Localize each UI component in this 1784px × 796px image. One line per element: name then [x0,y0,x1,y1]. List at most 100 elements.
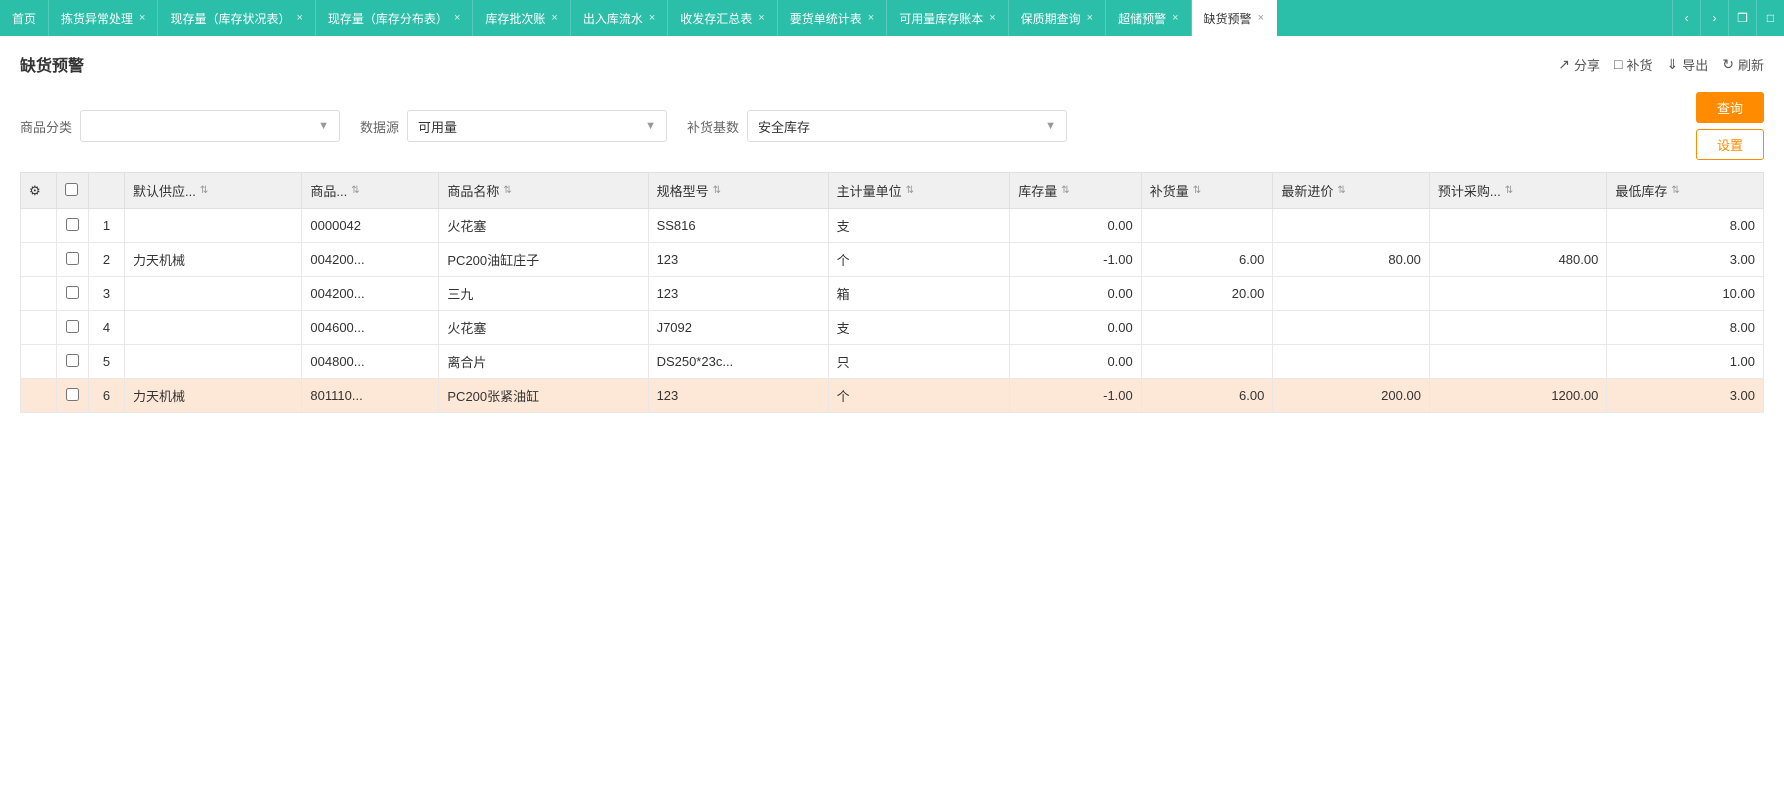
datasource-filter-group: 数据源 可用量 ▼ [360,110,667,142]
refresh-icon: ↻ [1722,56,1734,73]
row-supplier-2: 力天机械 [125,243,302,277]
row-price-1 [1273,209,1430,243]
tab-close-expiry[interactable]: × [1087,12,1093,24]
tab-demand[interactable]: 要货单统计表 × [778,0,887,36]
row-price-2: 80.00 [1273,243,1430,277]
tab-inout[interactable]: 出入库流水 × [571,0,668,36]
tab-close-stock-status[interactable]: × [296,12,302,24]
row-stock-2: -1.00 [1010,243,1142,277]
tab-picking[interactable]: 拣货异常处理 × [49,0,158,36]
row-checkbox-cell [57,379,89,413]
tab-summary[interactable]: 收发存汇总表 × [668,0,777,36]
tab-home[interactable]: 首页 [0,0,49,36]
sort-unit-icon[interactable]: ⇅ [906,185,914,196]
row-checkbox-4[interactable] [66,320,79,333]
tab-prev-btn[interactable]: ‹ [1672,0,1700,36]
row-checkbox-6[interactable] [66,388,79,401]
sort-min-icon[interactable]: ⇅ [1671,185,1679,196]
row-name-3: 三九 [439,277,648,311]
page-title: 缺货预警 [20,52,84,76]
row-min-6: 3.00 [1607,379,1764,413]
replenish-select[interactable]: 安全库存 ▼ [747,110,1067,142]
row-code-4: 004600... [302,311,439,345]
category-select[interactable]: ▼ [80,110,340,142]
th-unit: 主计量单位 ⇅ [828,173,1010,209]
tab-stock-dist[interactable]: 现存量（库存分布表） × [316,0,473,36]
tab-restore-btn[interactable]: ❒ [1728,0,1756,36]
datasource-label: 数据源 [360,117,399,136]
filter-actions: 查询 设置 [1696,92,1764,160]
table-body: 1 0000042 火花塞 SS816 支 0.00 8.00 2 力天机械 0… [21,209,1764,413]
row-supplier-5 [125,345,302,379]
row-replenish-5 [1141,345,1273,379]
select-all-checkbox[interactable] [65,183,78,196]
settings-button[interactable]: 设置 [1696,129,1764,160]
row-replenish-6: 6.00 [1141,379,1273,413]
row-gear-cell [21,209,57,243]
row-gear-cell [21,311,57,345]
table-header-row: ⚙ 默认供应... ⇅ 商品... ⇅ [21,173,1764,209]
replenish-icon: □ [1614,56,1622,72]
row-checkbox-3[interactable] [66,286,79,299]
tab-overstock[interactable]: 超储预警 × [1106,0,1191,36]
sort-code-icon[interactable]: ⇅ [351,185,359,196]
sort-supplier-icon[interactable]: ⇅ [200,185,208,196]
tab-expiry[interactable]: 保质期查询 × [1009,0,1106,36]
row-checkbox-5[interactable] [66,354,79,367]
tab-close-demand[interactable]: × [868,12,874,24]
replenish-select-arrow: ▼ [1045,120,1056,132]
row-price-5 [1273,345,1430,379]
row-num-4: 4 [89,311,125,345]
tab-bar: 首页 拣货异常处理 × 现存量（库存状况表） × 现存量（库存分布表） × 库存… [0,0,1784,36]
th-supplier: 默认供应... ⇅ [125,173,302,209]
sort-replenish-icon[interactable]: ⇅ [1193,185,1201,196]
datasource-select[interactable]: 可用量 ▼ [407,110,667,142]
page-content: 缺货预警 ↗ 分享 □ 补货 ⇓ 导出 ↻ 刷新 商品分类 [0,36,1784,796]
query-button[interactable]: 查询 [1696,92,1764,123]
row-checkbox-1[interactable] [66,218,79,231]
share-button[interactable]: ↗ 分享 [1558,55,1600,74]
sort-est-icon[interactable]: ⇅ [1505,185,1513,196]
row-spec-1: SS816 [648,209,828,243]
row-stock-4: 0.00 [1010,311,1142,345]
tab-close-available[interactable]: × [989,12,995,24]
row-code-3: 004200... [302,277,439,311]
tab-close-picking[interactable]: × [139,12,145,24]
tab-close-inout[interactable]: × [649,12,655,24]
row-spec-2: 123 [648,243,828,277]
row-unit-4: 支 [828,311,1010,345]
row-name-1: 火花塞 [439,209,648,243]
row-checkbox-2[interactable] [66,252,79,265]
tab-close-overstock[interactable]: × [1172,12,1178,24]
tab-close-summary[interactable]: × [758,12,764,24]
gear-icon[interactable]: ⚙ [29,183,41,198]
replenish-label: 补货基数 [687,117,739,136]
toolbar-right: ↗ 分享 □ 补货 ⇓ 导出 ↻ 刷新 [1558,55,1764,74]
tab-close-batch[interactable]: × [551,12,557,24]
tab-close-shortage[interactable]: × [1258,12,1264,24]
row-min-2: 3.00 [1607,243,1764,277]
tab-close-stock-dist[interactable]: × [454,12,460,24]
row-min-3: 10.00 [1607,277,1764,311]
tab-shortage[interactable]: 缺货预警 × [1192,0,1277,36]
sort-spec-icon[interactable]: ⇅ [713,185,721,196]
replenish-button[interactable]: □ 补货 [1614,55,1652,74]
tab-batch[interactable]: 库存批次账 × [473,0,570,36]
sort-price-icon[interactable]: ⇅ [1337,185,1345,196]
row-num-5: 5 [89,345,125,379]
refresh-button[interactable]: ↻ 刷新 [1722,55,1764,74]
sort-name-icon[interactable]: ⇅ [503,185,511,196]
tab-fullscreen-btn[interactable]: □ [1756,0,1784,36]
row-replenish-1 [1141,209,1273,243]
th-stock: 库存量 ⇅ [1010,173,1142,209]
row-num-3: 3 [89,277,125,311]
replenish-select-value: 安全库存 [758,117,810,136]
export-button[interactable]: ⇓ 导出 [1667,55,1709,74]
th-spec: 规格型号 ⇅ [648,173,828,209]
tab-next-btn[interactable]: › [1700,0,1728,36]
sort-stock-icon[interactable]: ⇅ [1061,185,1069,196]
row-price-3 [1273,277,1430,311]
tab-available[interactable]: 可用量库存账本 × [887,0,1008,36]
page-header: 缺货预警 ↗ 分享 □ 补货 ⇓ 导出 ↻ 刷新 [20,52,1764,76]
tab-stock-status[interactable]: 现存量（库存状况表） × [158,0,315,36]
